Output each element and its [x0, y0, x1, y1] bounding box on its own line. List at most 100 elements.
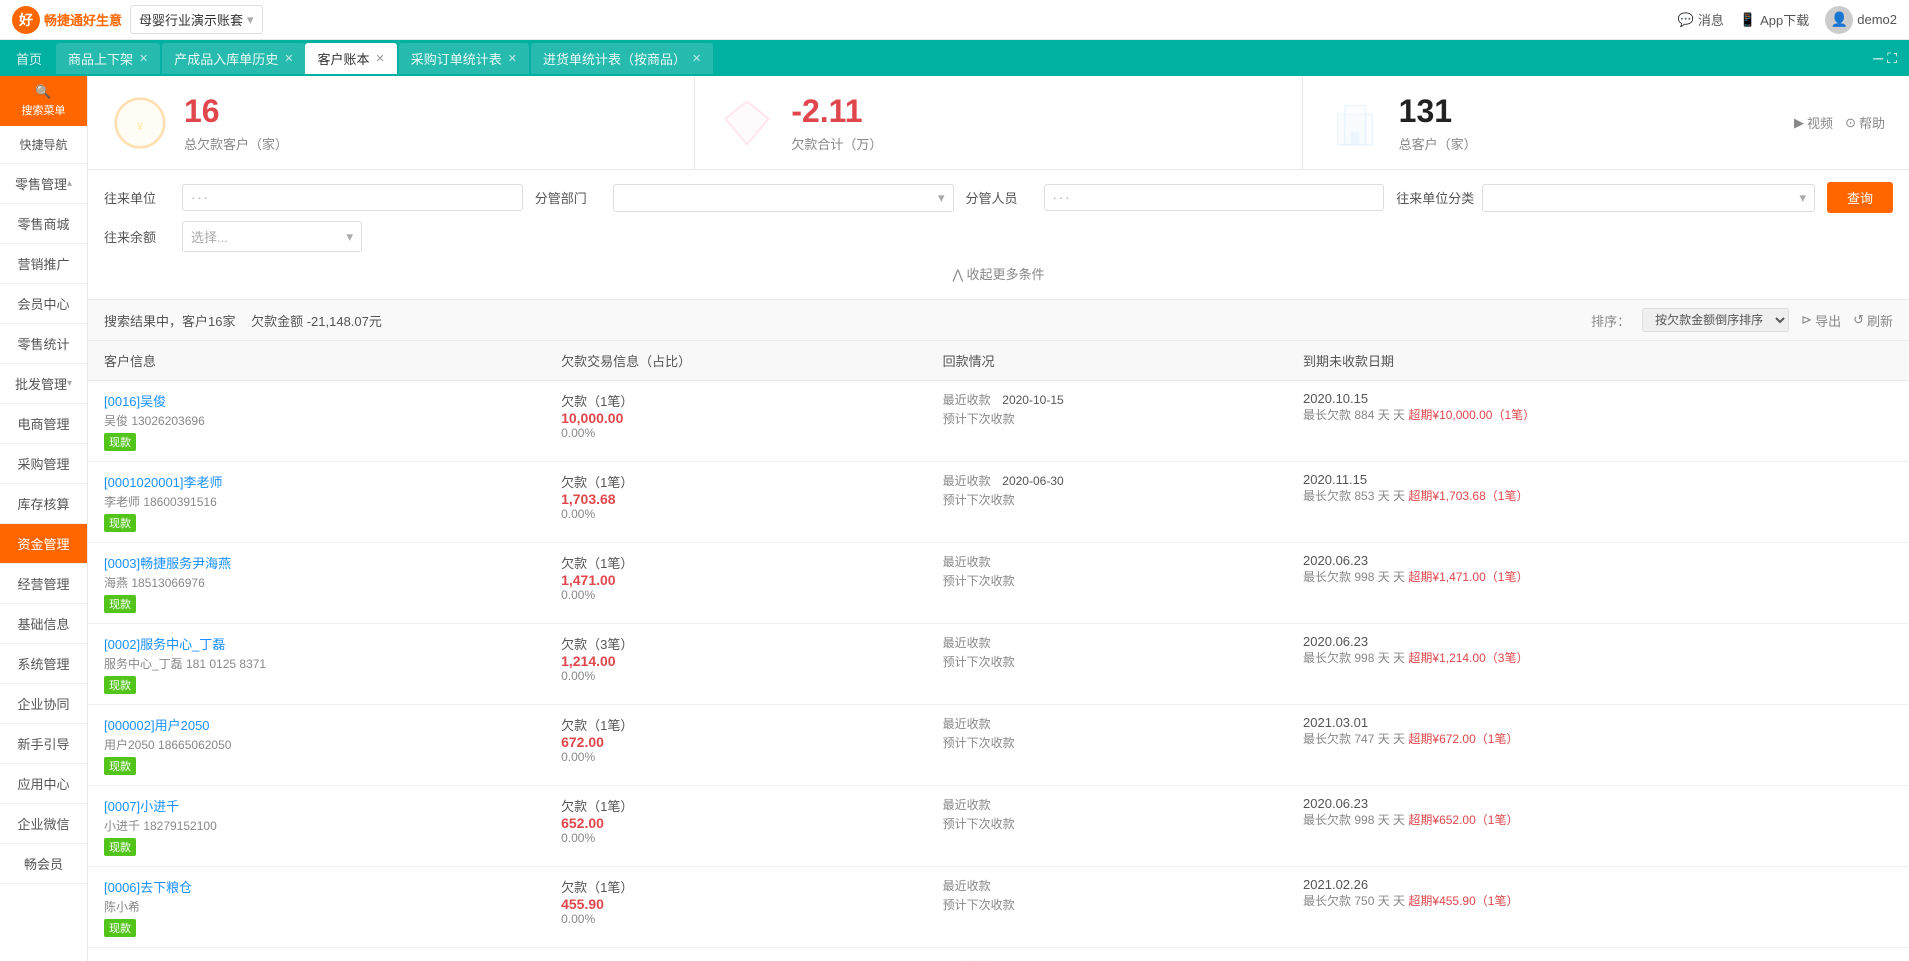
sidebar-item-app-center[interactable]: 应用中心 [0, 764, 87, 804]
sidebar-item-enterprise-coop[interactable]: 企业协同 [0, 684, 87, 724]
query-button[interactable]: 查询 [1827, 182, 1893, 213]
sidebar-item-vip-member[interactable]: 畅会员 [0, 844, 87, 884]
sidebar-item-retail-stats[interactable]: 零售统计 [0, 324, 87, 364]
overdue-amount-link[interactable]: 超期¥1,703.68（1笔） [1408, 489, 1528, 503]
tab-goods-close[interactable]: ✕ [139, 52, 148, 65]
maximize-icon[interactable]: ⛶ [1887, 50, 1897, 67]
overdue-amount-link[interactable]: 超期¥10,000.00（1笔） [1408, 408, 1535, 422]
enterprise-wechat-label: 企业微信 [17, 814, 69, 833]
balance-select[interactable]: 选择... ▾ [182, 221, 362, 252]
filter-item-manager: 分管人员 ··· [966, 184, 1385, 211]
sidebar-item-stock-check[interactable]: 库存核算 [0, 484, 87, 524]
overdue-amount-link[interactable]: 超期¥1,471.00（1笔） [1408, 570, 1528, 584]
tab-customer-account[interactable]: 客户账本 ✕ [305, 43, 396, 74]
tab-customer-account-close[interactable]: ✕ [376, 52, 385, 65]
sidebar-item-capital-mgmt[interactable]: 资金管理 [0, 524, 87, 564]
overdue-amount-link[interactable]: 超期¥672.00（1笔） [1408, 732, 1518, 746]
table-header: 客户信息 欠款交易信息（占比） 回款情况 到期未收款日期 [88, 341, 1909, 381]
from-unit-input[interactable]: ··· [182, 184, 523, 211]
next-collection: 预计下次收款 [943, 734, 1271, 751]
store-label: 母婴行业演示账套 [139, 10, 243, 29]
department-label: 分管部门 [535, 188, 605, 207]
message-label: 消息 [1698, 10, 1724, 29]
store-selector[interactable]: 母婴行业演示账套 ▾ [130, 5, 263, 34]
summary-card-total-customers: 131 总客户（家） ▶ 视频 ⊙ 帮助 [1303, 76, 1909, 169]
tab-purchase-order[interactable]: 采购订单统计表 ✕ [399, 43, 529, 74]
sidebar-item-member[interactable]: 会员中心 [0, 284, 87, 324]
help-link[interactable]: ⊙ 帮助 [1845, 113, 1885, 132]
video-icon: ▶ [1794, 115, 1804, 131]
sidebar-item-batch-mgmt[interactable]: 批发管理 ▾ [0, 364, 87, 404]
customer-name-link[interactable]: [0001020001]李老师 [104, 475, 223, 490]
overdue-amount-link[interactable]: 超期¥1,214.00（3笔） [1408, 651, 1528, 665]
unit-category-select[interactable]: ▾ [1482, 184, 1815, 212]
manager-input[interactable]: ··· [1044, 184, 1385, 211]
cell-overdue-date: 2020.12.30 最长欠款 808 天 天 超期¥429.00（1笔） [1287, 948, 1909, 961]
department-select[interactable]: ▾ [613, 184, 954, 212]
overdue-days: 最长欠款 884 天 天 超期¥10,000.00（1笔） [1303, 406, 1893, 423]
cell-collection: 最近收款 预计下次收款 [927, 543, 1287, 624]
from-unit-dots: ··· [191, 190, 210, 205]
sidebar-item-quick-nav[interactable]: 快捷导航 [0, 126, 87, 164]
customer-name-link[interactable]: [0007]小进千 [104, 799, 179, 814]
tab-home[interactable]: 首页 [4, 43, 54, 74]
sidebar-item-marketing[interactable]: 营销推广 [0, 244, 87, 284]
top-bar: 好 畅捷通好生意 母婴行业演示账套 ▾ 💬 消息 📱 App下载 👤 demo2 [0, 0, 1909, 40]
customer-name-link[interactable]: [0016]吴俊 [104, 394, 166, 409]
enterprise-coop-label: 企业协同 [17, 694, 69, 713]
quick-nav-label: 快捷导航 [19, 136, 67, 153]
sidebar-item-basic-info[interactable]: 基础信息 [0, 604, 87, 644]
sidebar-item-retail-store[interactable]: 零售商城 [0, 204, 87, 244]
next-collection: 预计下次收款 [943, 896, 1271, 913]
cell-debt-info: 欠款（1笔） 429.00 0.00% [545, 948, 927, 961]
last-collection-label: 最近收款 [943, 636, 991, 650]
results-summary: 搜索结果中，客户16家 欠款金额 -21,148.07元 [104, 311, 382, 330]
chevron-down-icon: ▾ [247, 12, 254, 28]
tab-product-history-close[interactable]: ✕ [284, 52, 293, 65]
tab-purchase-stats[interactable]: 进货单统计表（按商品） ✕ [531, 43, 713, 74]
customer-name-link[interactable]: [000002]用户2050 [104, 718, 210, 733]
due-date: 2020.10.15 [1303, 391, 1893, 406]
sidebar: 🔍 搜索菜单 快捷导航 零售管理 ▴ 零售商城 营销推广 会员中心 零售统计 批… [0, 76, 88, 961]
overdue-days: 最长欠款 998 天 天 超期¥1,471.00（1笔） [1303, 568, 1893, 585]
username-label: demo2 [1857, 12, 1897, 27]
sidebar-search[interactable]: 🔍 搜索菜单 [0, 76, 87, 126]
overdue-amount-link[interactable]: 超期¥455.90（1笔） [1408, 894, 1518, 908]
table-row: [0001020001]李老师 李老师 18600391516 现款 欠款（1笔… [88, 462, 1909, 543]
payment-tag: 现款 [104, 595, 136, 613]
sidebar-item-operations[interactable]: 经营管理 [0, 564, 87, 604]
app-download-item[interactable]: 📱 App下载 [1740, 10, 1809, 29]
sidebar-item-enterprise-wechat[interactable]: 企业微信 [0, 804, 87, 844]
svg-text:¥: ¥ [137, 121, 144, 133]
video-link[interactable]: ▶ 视频 [1794, 113, 1833, 132]
unit-category-label: 往来单位分类 [1396, 188, 1474, 207]
collapse-row[interactable]: ⋀ 收起更多条件 [104, 260, 1893, 287]
sort-select[interactable]: 按欠款金额倒序排序 [1642, 308, 1789, 332]
sidebar-item-purchase-mgmt[interactable]: 采购管理 [0, 444, 87, 484]
overdue-amount-link[interactable]: 超期¥652.00（1笔） [1408, 813, 1518, 827]
tab-goods[interactable]: 商品上下架 ✕ [56, 43, 160, 74]
user-avatar-item[interactable]: 👤 demo2 [1825, 6, 1897, 34]
refresh-button[interactable]: ↺ 刷新 [1853, 311, 1893, 330]
sidebar-item-ecommerce[interactable]: 电商管理 [0, 404, 87, 444]
col-customer-info: 客户信息 [88, 341, 545, 381]
results-amount: 欠款金额 -21,148.07元 [251, 314, 382, 329]
customer-name-link[interactable]: [0003]畅捷服务尹海燕 [104, 556, 231, 571]
tab-purchase-stats-label: 进货单统计表（按商品） [543, 49, 686, 68]
customer-name-link[interactable]: [0002]服务中心_丁磊 [104, 637, 225, 652]
content-area: ¥ 16 总欠款客户（家） -2.11 欠款合计（万） [88, 76, 1909, 961]
export-button[interactable]: ⊳ 导出 [1801, 311, 1841, 330]
cell-debt-info: 欠款（3笔） 1,214.00 0.00% [545, 624, 927, 705]
tab-product-history[interactable]: 产成品入库单历史 ✕ [162, 43, 305, 74]
sidebar-item-retail-mgmt[interactable]: 零售管理 ▴ [0, 164, 87, 204]
cell-debt-info: 欠款（1笔） 1,703.68 0.00% [545, 462, 927, 543]
message-icon-item[interactable]: 💬 消息 [1678, 10, 1724, 29]
minimize-icon[interactable]: ─ [1873, 50, 1883, 66]
message-icon: 💬 [1678, 12, 1694, 28]
tab-purchase-order-close[interactable]: ✕ [508, 52, 517, 65]
sidebar-item-new-guide[interactable]: 新手引导 [0, 724, 87, 764]
sidebar-item-system-mgmt[interactable]: 系统管理 [0, 644, 87, 684]
cell-customer-info: [0003]畅捷服务尹海燕 海燕 18513066976 现款 [88, 543, 545, 624]
tab-purchase-stats-close[interactable]: ✕ [692, 52, 701, 65]
customer-name-link[interactable]: [0006]去下粮仓 [104, 880, 192, 895]
